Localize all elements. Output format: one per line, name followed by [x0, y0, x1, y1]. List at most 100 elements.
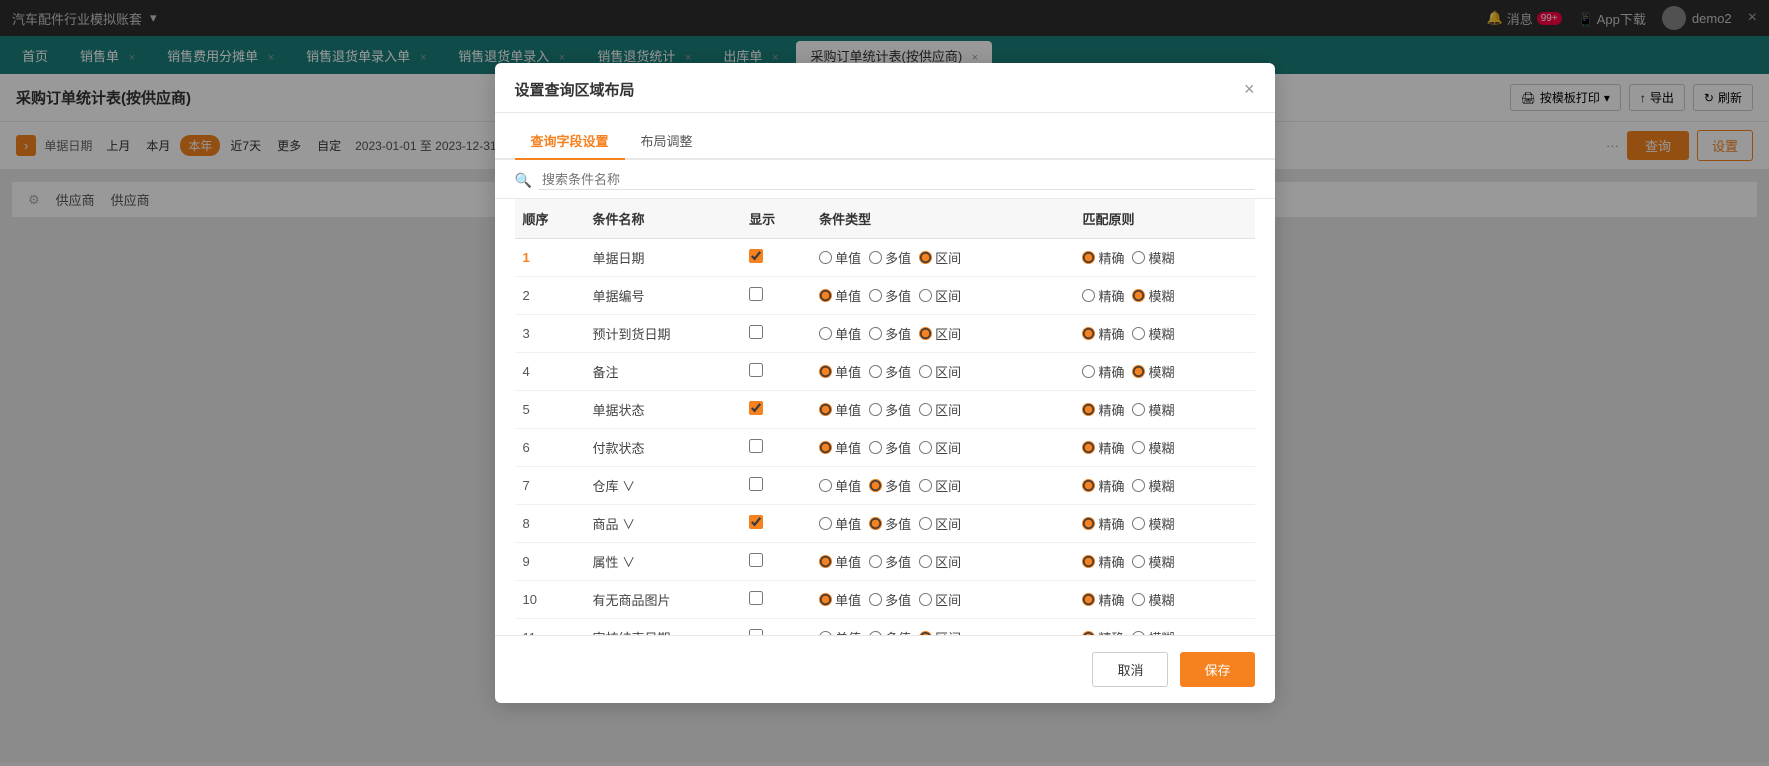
row-type: 单值多值区间 — [811, 505, 1074, 543]
display-checkbox[interactable] — [749, 249, 763, 263]
row-display[interactable] — [741, 543, 811, 581]
type-radio-item[interactable]: 区间 — [919, 400, 961, 419]
row-match: 精确模糊 — [1074, 467, 1254, 505]
row-display[interactable] — [741, 467, 811, 505]
type-radio-item[interactable]: 多值 — [869, 324, 911, 343]
match-radio-item[interactable]: 模糊 — [1132, 400, 1174, 419]
display-checkbox[interactable] — [749, 401, 763, 415]
type-radio-item[interactable]: 区间 — [919, 438, 961, 457]
modal-tab-layout[interactable]: 布局调整 — [625, 123, 709, 160]
row-display[interactable] — [741, 315, 811, 353]
match-radio-item[interactable]: 模糊 — [1132, 362, 1174, 381]
match-radio-item[interactable]: 精确 — [1082, 514, 1124, 533]
display-checkbox[interactable] — [749, 325, 763, 339]
type-radio-item[interactable]: 多值 — [869, 514, 911, 533]
type-radio-item[interactable]: 单值 — [819, 324, 861, 343]
match-radio-item[interactable]: 精确 — [1082, 476, 1124, 495]
match-radio-item[interactable]: 模糊 — [1132, 324, 1174, 343]
match-radio-item[interactable]: 精确 — [1082, 324, 1124, 343]
match-radio-item[interactable]: 精确 — [1082, 552, 1124, 571]
type-radio-item[interactable]: 区间 — [919, 476, 961, 495]
type-radio-item[interactable]: 区间 — [919, 248, 961, 267]
modal-table: 顺序 条件名称 显示 条件类型 匹配原则 — [495, 199, 1275, 635]
type-radio-item[interactable]: 区间 — [919, 628, 961, 635]
row-type: 单值多值区间 — [811, 429, 1074, 467]
row-display[interactable] — [741, 505, 811, 543]
row-display[interactable] — [741, 429, 811, 467]
match-radio-item[interactable]: 模糊 — [1132, 628, 1174, 635]
display-checkbox[interactable] — [749, 363, 763, 377]
match-radio-item[interactable]: 模糊 — [1132, 286, 1174, 305]
row-type: 单值多值区间 — [811, 315, 1074, 353]
match-radio-item[interactable]: 模糊 — [1132, 552, 1174, 571]
type-radio-item[interactable]: 单值 — [819, 286, 861, 305]
type-radio-item[interactable]: 单值 — [819, 438, 861, 457]
row-name: 单据日期 — [585, 239, 742, 277]
row-display[interactable] — [741, 353, 811, 391]
modal-tab-query-fields[interactable]: 查询字段设置 — [515, 123, 625, 160]
row-display[interactable] — [741, 391, 811, 429]
type-radio-item[interactable]: 多值 — [869, 438, 911, 457]
modal-title: 设置查询区域布局 — [515, 79, 635, 100]
display-checkbox[interactable] — [749, 591, 763, 605]
type-radio-item[interactable]: 区间 — [919, 590, 961, 609]
row-name: 单据编号 — [585, 277, 742, 315]
row-display[interactable] — [741, 277, 811, 315]
row-name: 预计到货日期 — [585, 315, 742, 353]
row-order: 9 — [515, 543, 585, 581]
display-checkbox[interactable] — [749, 439, 763, 453]
type-radio-item[interactable]: 多值 — [869, 552, 911, 571]
type-radio-item[interactable]: 多值 — [869, 628, 911, 635]
type-radio-item[interactable]: 单值 — [819, 248, 861, 267]
type-radio-item[interactable]: 多值 — [869, 476, 911, 495]
row-match: 精确模糊 — [1074, 277, 1254, 315]
match-radio-item[interactable]: 精确 — [1082, 628, 1124, 635]
type-radio-item[interactable]: 区间 — [919, 286, 961, 305]
type-radio-item[interactable]: 区间 — [919, 362, 961, 381]
type-radio-item[interactable]: 多值 — [869, 248, 911, 267]
match-radio-item[interactable]: 精确 — [1082, 400, 1124, 419]
type-radio-item[interactable]: 单值 — [819, 628, 861, 635]
col-header-order: 顺序 — [515, 199, 585, 239]
match-radio-item[interactable]: 精确 — [1082, 286, 1124, 305]
display-checkbox[interactable] — [749, 477, 763, 491]
type-radio-item[interactable]: 区间 — [919, 514, 961, 533]
match-radio-item[interactable]: 精确 — [1082, 362, 1124, 381]
type-radio-item[interactable]: 单值 — [819, 362, 861, 381]
row-display[interactable] — [741, 239, 811, 277]
row-display[interactable] — [741, 619, 811, 636]
modal-close-button[interactable]: × — [1244, 79, 1255, 100]
save-button[interactable]: 保存 — [1180, 652, 1254, 687]
row-type: 单值多值区间 — [811, 543, 1074, 581]
cancel-button[interactable]: 取消 — [1092, 652, 1168, 687]
type-radio-item[interactable]: 多值 — [869, 400, 911, 419]
match-radio-item[interactable]: 模糊 — [1132, 514, 1174, 533]
match-radio-item[interactable]: 模糊 — [1132, 248, 1174, 267]
type-radio-item[interactable]: 单值 — [819, 514, 861, 533]
type-radio-item[interactable]: 单值 — [819, 552, 861, 571]
type-radio-item[interactable]: 单值 — [819, 590, 861, 609]
display-checkbox[interactable] — [749, 553, 763, 567]
type-radio-item[interactable]: 单值 — [819, 476, 861, 495]
row-display[interactable] — [741, 581, 811, 619]
display-checkbox[interactable] — [749, 515, 763, 529]
match-radio-item[interactable]: 模糊 — [1132, 476, 1174, 495]
match-radio-item[interactable]: 精确 — [1082, 590, 1124, 609]
match-radio-item[interactable]: 精确 — [1082, 248, 1124, 267]
col-header-type: 条件类型 — [811, 199, 1074, 239]
type-radio-item[interactable]: 多值 — [869, 590, 911, 609]
match-radio-item[interactable]: 模糊 — [1132, 590, 1174, 609]
type-radio-item[interactable]: 多值 — [869, 362, 911, 381]
row-type: 单值多值区间 — [811, 391, 1074, 429]
modal-search-input[interactable] — [538, 170, 1255, 190]
row-name: 商品 ∨ — [585, 505, 742, 543]
display-checkbox[interactable] — [749, 287, 763, 301]
modal-overlay: 设置查询区域布局 × 查询字段设置 布局调整 🔍 顺序 — [0, 0, 1769, 766]
type-radio-item[interactable]: 单值 — [819, 400, 861, 419]
match-radio-item[interactable]: 精确 — [1082, 438, 1124, 457]
type-radio-item[interactable]: 区间 — [919, 324, 961, 343]
type-radio-item[interactable]: 多值 — [869, 286, 911, 305]
table-row: 2单据编号单值多值区间精确模糊 — [515, 277, 1255, 315]
type-radio-item[interactable]: 区间 — [919, 552, 961, 571]
match-radio-item[interactable]: 模糊 — [1132, 438, 1174, 457]
